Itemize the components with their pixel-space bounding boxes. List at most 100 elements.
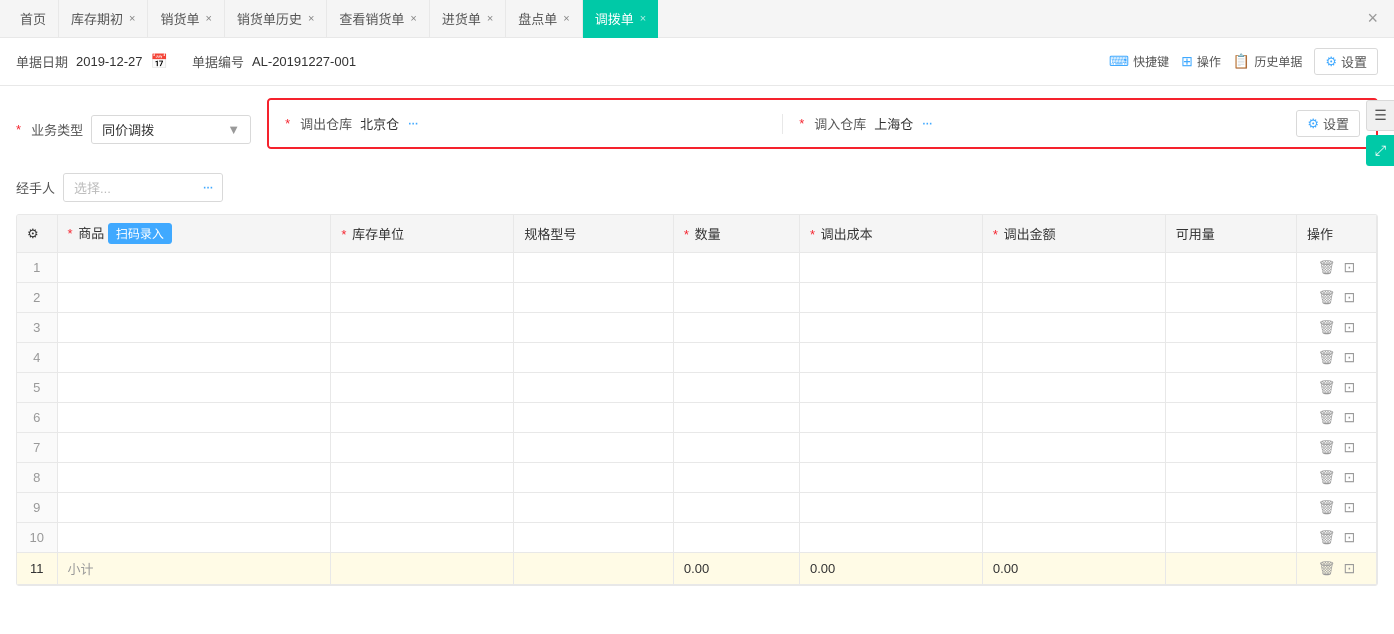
unit-cell[interactable] (331, 373, 514, 403)
amount-cell[interactable] (982, 313, 1165, 343)
tab-inventory-count-close[interactable]: × (563, 13, 569, 25)
tab-sales-order-close[interactable]: × (205, 13, 211, 25)
qty-cell[interactable] (673, 493, 799, 523)
tab-sales-history-close[interactable]: × (308, 13, 314, 25)
copy-icon[interactable]: ⊡ (1344, 499, 1356, 516)
shortcuts-button[interactable]: ⌨ 快捷键 (1109, 53, 1169, 70)
cost-cell[interactable] (799, 403, 982, 433)
copy-icon[interactable]: ⊡ (1344, 319, 1356, 336)
tab-home[interactable]: 首页 (8, 0, 59, 38)
th-gear[interactable]: ⚙ (17, 215, 57, 253)
delete-icon[interactable]: 🗑 (1318, 379, 1336, 396)
qty-cell[interactable] (673, 403, 799, 433)
spec-cell[interactable] (514, 523, 674, 553)
qty-cell[interactable] (673, 373, 799, 403)
qty-cell[interactable] (673, 313, 799, 343)
delete-icon[interactable]: 🗑 (1318, 499, 1336, 516)
spec-cell[interactable] (514, 373, 674, 403)
spec-cell[interactable] (514, 403, 674, 433)
copy-icon[interactable]: ⊡ (1344, 439, 1356, 456)
product-cell[interactable] (57, 493, 331, 523)
product-cell[interactable] (57, 463, 331, 493)
product-cell[interactable] (57, 433, 331, 463)
spec-cell[interactable] (514, 283, 674, 313)
unit-cell[interactable] (331, 403, 514, 433)
tab-inventory-count[interactable]: 盘点单 × (506, 0, 582, 38)
warehouse-in-value[interactable]: 上海仓 (874, 114, 913, 133)
delete-icon[interactable]: 🗑 (1318, 349, 1336, 366)
calendar-icon[interactable]: 📅 (151, 53, 168, 70)
right-panel-expand-btn[interactable]: ⤢ (1366, 135, 1394, 166)
copy-icon[interactable]: ⊡ (1344, 259, 1356, 276)
qty-cell[interactable] (673, 463, 799, 493)
tab-purchase-order[interactable]: 进货单 × (430, 0, 506, 38)
copy-icon[interactable]: ⊡ (1344, 289, 1356, 306)
amount-cell[interactable] (982, 493, 1165, 523)
cost-cell[interactable] (799, 343, 982, 373)
delete-icon[interactable]: 🗑 (1318, 439, 1336, 456)
copy-icon[interactable]: ⊡ (1344, 529, 1356, 546)
amount-cell[interactable] (982, 253, 1165, 283)
spec-cell[interactable] (514, 493, 674, 523)
amount-cell[interactable] (982, 523, 1165, 553)
product-cell[interactable] (57, 253, 331, 283)
product-cell[interactable] (57, 373, 331, 403)
qty-cell[interactable] (673, 283, 799, 313)
delete-icon[interactable]: 🗑 (1318, 560, 1336, 577)
delete-icon[interactable]: 🗑 (1318, 319, 1336, 336)
handler-select[interactable]: 选择... ··· (63, 173, 223, 202)
product-cell[interactable] (57, 523, 331, 553)
amount-cell[interactable] (982, 343, 1165, 373)
qty-cell[interactable] (673, 253, 799, 283)
unit-cell[interactable] (331, 283, 514, 313)
tab-inventory-init-close[interactable]: × (129, 13, 135, 25)
amount-cell[interactable] (982, 463, 1165, 493)
warehouse-out-value[interactable]: 北京仓 (360, 114, 399, 133)
cost-cell[interactable] (799, 373, 982, 403)
business-type-select[interactable]: 同价调拨 ▼ (91, 115, 251, 144)
unit-cell[interactable] (331, 433, 514, 463)
unit-cell[interactable] (331, 523, 514, 553)
cost-cell[interactable] (799, 463, 982, 493)
right-panel-list-btn[interactable]: ☰ (1366, 100, 1394, 131)
delete-icon[interactable]: 🗑 (1318, 529, 1336, 546)
tab-sales-order[interactable]: 销货单 × (148, 0, 224, 38)
scan-button[interactable]: 扫码录入 (108, 223, 172, 244)
window-close-button[interactable]: × (1359, 8, 1386, 29)
delete-icon[interactable]: 🗑 (1318, 259, 1336, 276)
tab-sales-history[interactable]: 销货单历史 × (225, 0, 327, 38)
spec-cell[interactable] (514, 433, 674, 463)
operations-button[interactable]: ⊞ 操作 (1181, 53, 1221, 70)
product-cell[interactable] (57, 343, 331, 373)
qty-cell[interactable] (673, 523, 799, 553)
history-button[interactable]: 📋 历史单据 (1233, 53, 1302, 70)
unit-cell[interactable] (331, 253, 514, 283)
unit-cell[interactable] (331, 313, 514, 343)
cost-cell[interactable] (799, 283, 982, 313)
delete-icon[interactable]: 🗑 (1318, 289, 1336, 306)
delete-icon[interactable]: 🗑 (1318, 409, 1336, 426)
cost-cell[interactable] (799, 523, 982, 553)
tab-inventory-init[interactable]: 库存期初 × (59, 0, 148, 38)
tab-transfer-order[interactable]: 调拨单 × (583, 0, 658, 38)
copy-icon[interactable]: ⊡ (1344, 349, 1356, 366)
cost-cell[interactable] (799, 493, 982, 523)
settings-button[interactable]: ⚙ 设置 (1314, 48, 1378, 75)
qty-cell[interactable] (673, 343, 799, 373)
product-cell[interactable] (57, 313, 331, 343)
cost-cell[interactable] (799, 433, 982, 463)
copy-icon[interactable]: ⊡ (1344, 379, 1356, 396)
warehouse-out-more-icon[interactable]: ··· (407, 115, 417, 133)
amount-cell[interactable] (982, 373, 1165, 403)
handler-more-icon[interactable]: ··· (202, 179, 212, 197)
unit-cell[interactable] (331, 343, 514, 373)
spec-cell[interactable] (514, 313, 674, 343)
amount-cell[interactable] (982, 403, 1165, 433)
tab-purchase-order-close[interactable]: × (487, 13, 493, 25)
amount-cell[interactable] (982, 433, 1165, 463)
tab-transfer-order-close[interactable]: × (640, 13, 646, 25)
cost-cell[interactable] (799, 313, 982, 343)
tab-view-sales-close[interactable]: × (410, 13, 416, 25)
unit-cell[interactable] (331, 493, 514, 523)
tab-view-sales[interactable]: 查看销货单 × (327, 0, 429, 38)
